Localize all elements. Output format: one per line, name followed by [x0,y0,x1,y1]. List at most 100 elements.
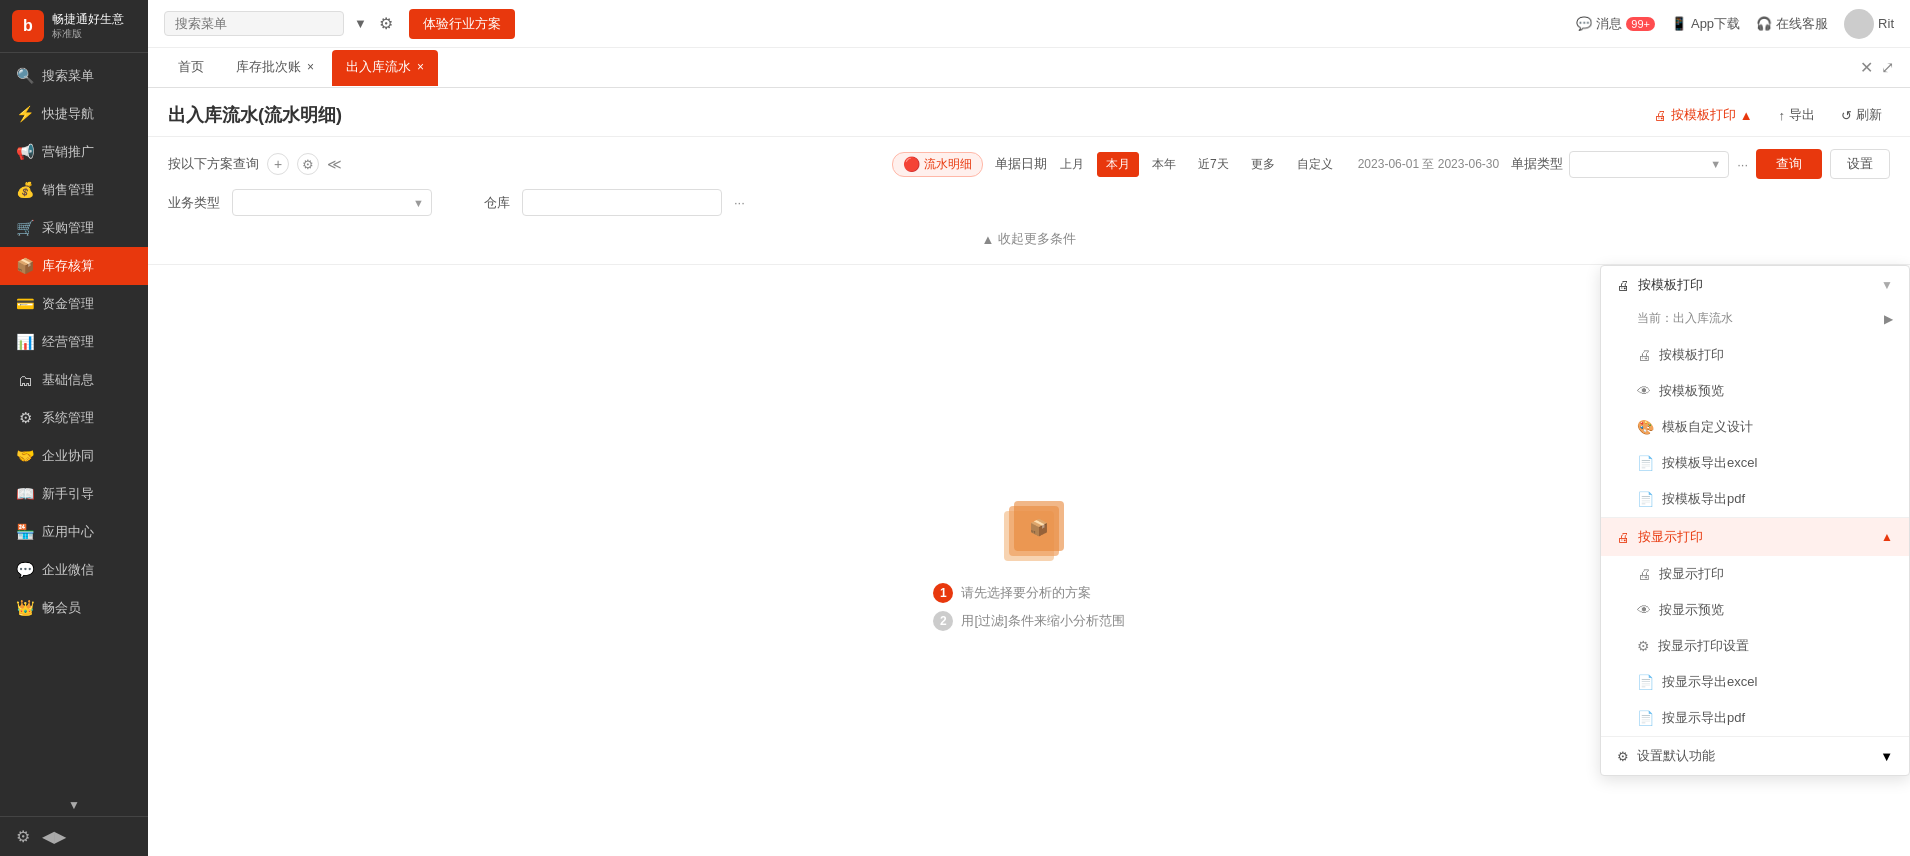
export-btn[interactable]: ↑ 导出 [1771,102,1824,128]
phone-icon: 📱 [1671,16,1687,31]
dropdown-display-export-pdf[interactable]: 📄 按显示导出pdf [1601,700,1909,736]
dropdown-template-custom[interactable]: 🎨 模板自定义设计 [1601,409,1909,445]
warehouse-input[interactable] [522,189,722,216]
messages-badge: 99+ [1626,17,1655,31]
tab-flow-label: 出入库流水 [346,58,411,76]
sidebar-item-quicknav[interactable]: ⚡ 快捷导航 [0,95,148,133]
logo-icon: b [12,10,44,42]
menu-search-input[interactable] [164,11,344,36]
topbar: ▼ ⚙ 体验行业方案 💬 消息 99+ 📱 App下载 🎧 在线客服 Rit [148,0,1910,48]
tab-batch-close[interactable]: × [307,61,314,73]
user-avatar[interactable]: Rit [1844,9,1894,39]
sidebar-item-system[interactable]: ⚙ 系统管理 [0,399,148,437]
eye-item-icon: 👁 [1637,383,1651,399]
collapse-rows-btn[interactable]: ▲ 收起更多条件 [970,226,1089,252]
sidebar-item-label: 基础信息 [42,371,94,389]
sidebar-item-member[interactable]: 👑 畅会员 [0,589,148,627]
query-button[interactable]: 查询 [1756,149,1822,179]
sales-icon: 💰 [16,181,34,199]
sidebar-scroll-down[interactable]: ▼ [0,794,148,816]
sidebar-item-sales[interactable]: 💰 销售管理 [0,171,148,209]
display-settings-icon: ⚙ [1637,638,1650,654]
tab-batch[interactable]: 库存批次账 × [222,50,328,86]
business-type-select[interactable] [232,189,432,216]
sidebar-item-wechat[interactable]: 💬 企业微信 [0,551,148,589]
filter-more-btn[interactable]: ··· [1737,157,1748,172]
sidebar-item-guide[interactable]: 📖 新手引导 [0,475,148,513]
dropdown-template-print[interactable]: 🖨 按模板打印 [1601,337,1909,373]
date-custom[interactable]: 自定义 [1288,152,1342,177]
purchase-icon: 🛒 [16,219,34,237]
window-expand-btn[interactable]: ⤢ [1881,58,1894,77]
tab-flow-close[interactable]: × [417,61,424,73]
appcenter-icon: 🏪 [16,523,34,541]
date-last-7days[interactable]: 近7天 [1189,152,1238,177]
footer-collapse-icon[interactable]: ◀▶ [42,827,66,846]
dropdown-display-export-excel[interactable]: 📄 按显示导出excel [1601,664,1909,700]
refresh-btn[interactable]: ↺ 刷新 [1833,102,1890,128]
sidebar-item-purchase[interactable]: 🛒 采购管理 [0,209,148,247]
doc-type-select[interactable] [1569,151,1729,178]
dropdown-default-section[interactable]: ⚙ 设置默认功能 ▼ [1601,737,1909,775]
filter-section-label: 按以下方案查询 [168,155,259,173]
display-pdf-icon: 📄 [1637,710,1654,726]
dropdown-display-print[interactable]: 🖨 按显示打印 [1601,556,1909,592]
sidebar-item-base[interactable]: 🗂 基础信息 [0,361,148,399]
sidebar-item-operations[interactable]: 📊 经营管理 [0,323,148,361]
default-icon: ⚙ [1617,749,1629,764]
template-print-section: 🖨 按模板打印 ▼ 当前：出入库流水 ▶ 🖨 按模板打印 [1601,266,1909,518]
sidebar-item-label: 系统管理 [42,409,94,427]
printer-item-icon: 🖨 [1637,347,1651,363]
sidebar-item-inventory[interactable]: 📦 库存核算 [0,247,148,285]
search-dropdown-icon[interactable]: ▼ [354,16,367,31]
print-template-btn[interactable]: 🖨 按模板打印 ▲ [1646,102,1761,128]
filter-settings-btn[interactable]: ⚙ [297,153,319,175]
filter-tag[interactable]: 🔴 流水明细 [892,152,983,177]
print-label: 按模板打印 [1671,106,1736,124]
refresh-label: 刷新 [1856,106,1882,124]
tab-home[interactable]: 首页 [164,50,218,86]
topbar-gear-icon[interactable]: ⚙ [379,14,393,33]
sidebar-item-finance[interactable]: 💳 资金管理 [0,285,148,323]
sidebar-item-appcenter[interactable]: 🏪 应用中心 [0,513,148,551]
tab-flow[interactable]: 出入库流水 × [332,50,438,86]
messages-btn[interactable]: 💬 消息 99+ [1576,15,1655,33]
dropdown-display-print-settings[interactable]: ⚙ 按显示打印设置 [1601,628,1909,664]
dropdown-template-preview[interactable]: 👁 按模板预览 [1601,373,1909,409]
online-service-btn[interactable]: 🎧 在线客服 [1756,15,1828,33]
template-print-header[interactable]: 🖨 按模板打印 ▼ [1601,266,1909,304]
display-print-header[interactable]: 🖨 按显示打印 ▲ [1601,518,1909,556]
sidebar-item-search[interactable]: 🔍 搜索菜单 [0,57,148,95]
online-service-label: 在线客服 [1776,15,1828,33]
settings-button[interactable]: 设置 [1830,149,1890,179]
display-eye-icon: 👁 [1637,602,1651,618]
sidebar-item-label: 营销推广 [42,143,94,161]
display-print-title: 按显示打印 [1638,528,1703,546]
date-more[interactable]: 更多 [1242,152,1284,177]
sidebar-nav: 🔍 搜索菜单 ⚡ 快捷导航 📢 营销推广 💰 销售管理 🛒 采购管理 📦 库存核… [0,53,148,794]
app-edition: 标准版 [52,27,124,41]
app-download-btn[interactable]: 📱 App下载 [1671,15,1740,33]
filter-collapse-btn[interactable]: ≪ [327,156,342,172]
template-current: 当前：出入库流水 ▶ [1601,304,1909,337]
footer-settings-icon[interactable]: ⚙ [16,827,30,846]
print-dropdown-panel: 🖨 按模板打印 ▼ 当前：出入库流水 ▶ 🖨 按模板打印 [1600,265,1910,776]
date-last-month[interactable]: 上月 [1051,152,1093,177]
date-this-month[interactable]: 本月 [1097,152,1139,177]
date-this-year[interactable]: 本年 [1143,152,1185,177]
dropdown-display-preview[interactable]: 👁 按显示预览 [1601,592,1909,628]
dropdown-template-export-pdf[interactable]: 📄 按模板导出pdf [1601,481,1909,517]
sidebar-item-label: 企业协同 [42,447,94,465]
empty-state-icon: 📦 [989,491,1069,571]
window-close-btn[interactable]: ✕ [1860,58,1873,77]
dropdown-template-export-excel[interactable]: 📄 按模板导出excel [1601,445,1909,481]
sidebar-item-label: 资金管理 [42,295,94,313]
sidebar-item-cooperation[interactable]: 🤝 企业协同 [0,437,148,475]
trial-button[interactable]: 体验行业方案 [409,9,515,39]
warehouse-more-btn[interactable]: ··· [734,195,745,210]
sidebar-item-marketing[interactable]: 📢 营销推广 [0,133,148,171]
printer-section-icon: 🖨 [1617,278,1630,293]
gear-small-icon: ⚙ [302,157,314,172]
filter-add-btn[interactable]: + [267,153,289,175]
chevron-down-icon: ▼ [68,798,80,812]
